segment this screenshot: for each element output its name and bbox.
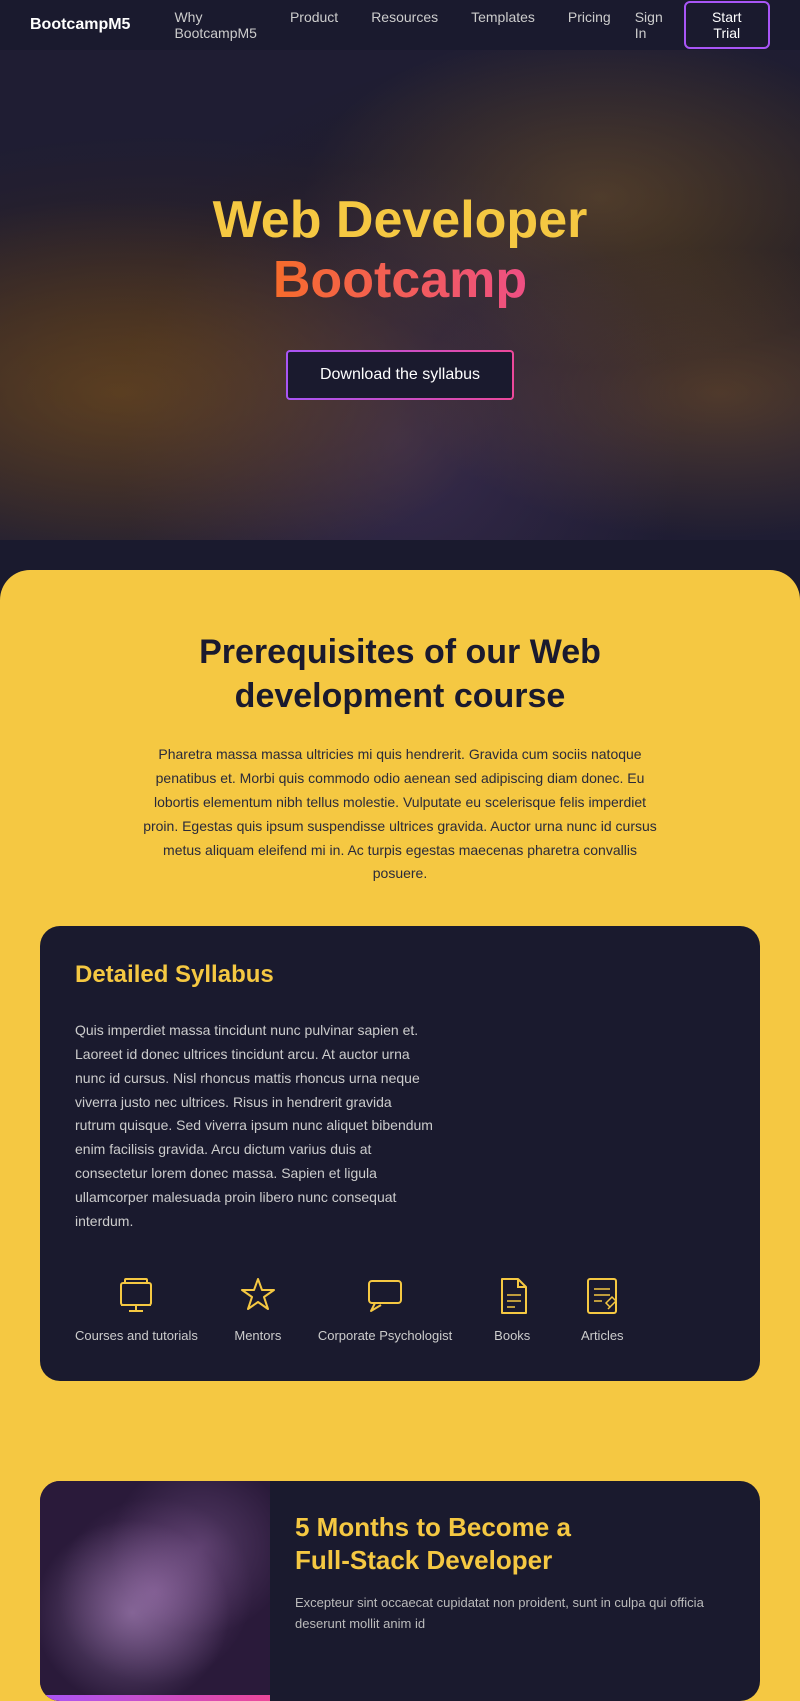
nav-right: Sign In Start Trial (635, 1, 770, 49)
mentors-icon (236, 1273, 280, 1317)
courses-label: Courses and tutorials (75, 1327, 198, 1345)
fullstack-card: 5 Months to Become a Full-Stack Develope… (40, 1481, 760, 1701)
hero-content: Web Developer Bootcamp Download the syll… (213, 190, 588, 400)
syllabus-icon-courses: Courses and tutorials (75, 1273, 198, 1345)
prerequisites-body: Pharetra massa massa ultricies mi quis h… (140, 743, 660, 886)
dark-band (0, 540, 800, 570)
hero-title-line1: Web Developer (213, 190, 588, 250)
syllabus-icon-psychologist: Corporate Psychologist (318, 1273, 452, 1345)
syllabus-card: Detailed Syllabus Quis imperdiet massa t… (40, 926, 760, 1380)
nav-links: Why BootcampM5 Product Resources Templat… (160, 3, 624, 47)
courses-icon (114, 1273, 158, 1317)
mentors-label: Mentors (234, 1327, 281, 1345)
nav-link-resources[interactable]: Resources (357, 3, 452, 47)
hero-title-line2: Bootcamp (213, 250, 588, 310)
nav-link-pricing[interactable]: Pricing (554, 3, 625, 47)
start-trial-button[interactable]: Start Trial (684, 1, 770, 49)
psychologist-label: Corporate Psychologist (318, 1327, 452, 1345)
articles-label: Articles (581, 1327, 624, 1345)
fullstack-title: 5 Months to Become a Full-Stack Develope… (295, 1511, 735, 1579)
books-icon (490, 1273, 534, 1317)
syllabus-card-body: Quis imperdiet massa tincidunt nunc pulv… (75, 1019, 435, 1233)
nav-link-product[interactable]: Product (276, 3, 352, 47)
nav-link-templates[interactable]: Templates (457, 3, 549, 47)
psychologist-icon (363, 1273, 407, 1317)
prerequisites-section: Prerequisites of our Web development cou… (0, 570, 800, 1431)
signin-link[interactable]: Sign In (635, 9, 669, 41)
articles-icon (580, 1273, 624, 1317)
fullstack-image-gradient (40, 1695, 270, 1701)
nav-logo[interactable]: BootcampM5 (30, 16, 130, 34)
syllabus-icon-articles: Articles (572, 1273, 632, 1345)
syllabus-card-title: Detailed Syllabus (75, 961, 725, 989)
prerequisites-title: Prerequisites of our Web development cou… (30, 630, 770, 718)
syllabus-icons-row: Courses and tutorials Mentors Corporate … (75, 1273, 725, 1345)
fullstack-section: 5 Months to Become a Full-Stack Develope… (0, 1431, 800, 1701)
navbar: BootcampM5 Why BootcampM5 Product Resour… (0, 0, 800, 50)
nav-link-why[interactable]: Why BootcampM5 (160, 3, 270, 47)
syllabus-icon-mentors: Mentors (228, 1273, 288, 1345)
fullstack-body: Excepteur sint occaecat cupidatat non pr… (295, 1593, 735, 1635)
hero-section: Web Developer Bootcamp Download the syll… (0, 50, 800, 540)
hero-cta-button[interactable]: Download the syllabus (286, 350, 514, 400)
fullstack-content: 5 Months to Become a Full-Stack Develope… (270, 1481, 760, 1701)
fullstack-image (40, 1481, 270, 1701)
syllabus-icon-books: Books (482, 1273, 542, 1345)
books-label: Books (494, 1327, 530, 1345)
